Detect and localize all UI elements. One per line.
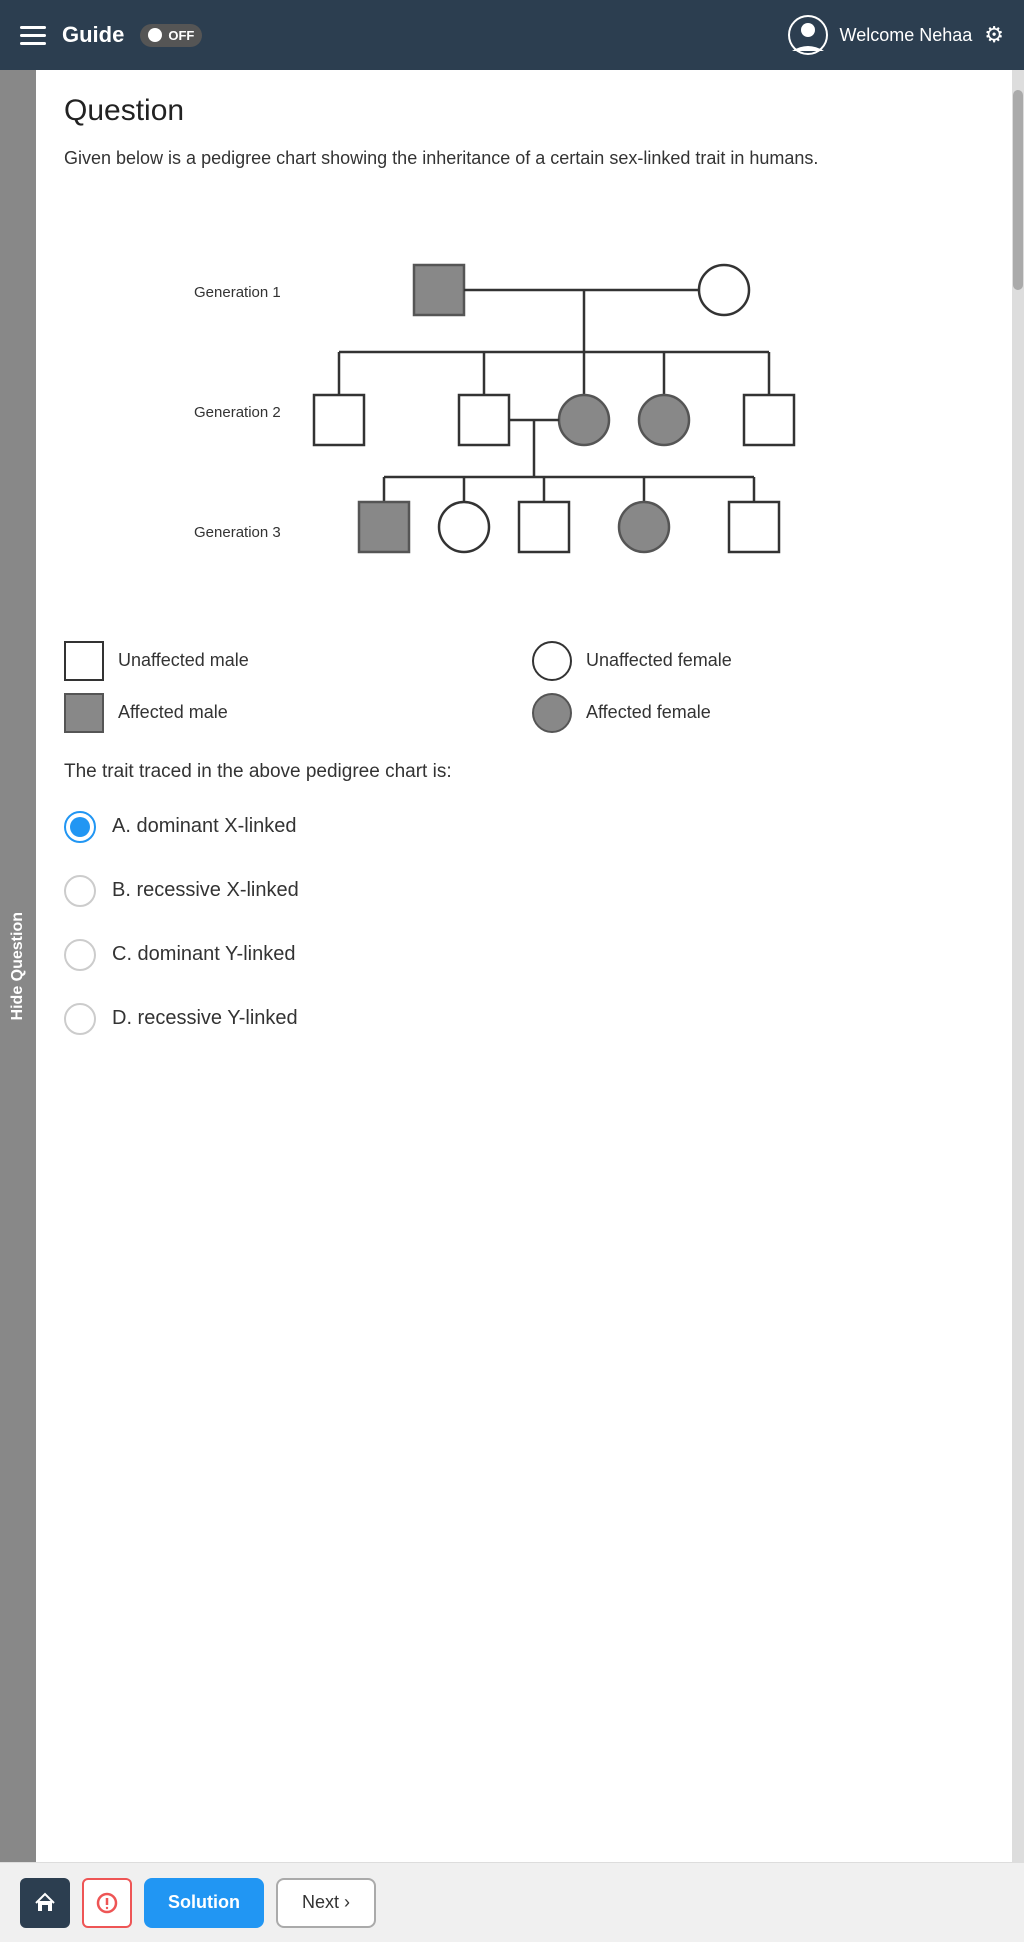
- legend-affected-female-symbol: [532, 693, 572, 733]
- option-a[interactable]: A. dominant X-linked: [64, 811, 984, 843]
- radio-c[interactable]: [64, 939, 96, 971]
- option-c[interactable]: C. dominant Y-linked: [64, 939, 984, 971]
- legend-unaffected-male-symbol: [64, 641, 104, 681]
- bottom-bar: Solution Next ›: [0, 1862, 1024, 1942]
- gen3-unaffected-female: [439, 502, 489, 552]
- scrollbar[interactable]: [1012, 70, 1024, 1862]
- question-text: Given below is a pedigree chart showing …: [64, 144, 984, 173]
- scrollbar-thumb[interactable]: [1013, 90, 1023, 290]
- gen3-affected-male: [359, 502, 409, 552]
- option-c-label: C. dominant Y-linked: [112, 943, 295, 966]
- gen2-unaffected-male-left: [314, 395, 364, 445]
- gen2-affected-female-right: [639, 395, 689, 445]
- report-button[interactable]: [82, 1878, 132, 1928]
- radio-a-inner: [70, 817, 90, 837]
- legend-unaffected-male: Unaffected male: [64, 641, 516, 681]
- guide-toggle[interactable]: OFF: [140, 24, 202, 47]
- gen2-unaffected-male-right: [744, 395, 794, 445]
- hamburger-menu-icon[interactable]: [20, 26, 46, 45]
- legend-unaffected-male-label: Unaffected male: [118, 650, 249, 671]
- gen3-affected-female: [619, 502, 669, 552]
- answer-options: A. dominant X-linked B. recessive X-link…: [64, 811, 984, 1035]
- legend-affected-female-label: Affected female: [586, 702, 711, 723]
- home-button[interactable]: [20, 1878, 70, 1928]
- hide-question-tab[interactable]: Hide Question: [0, 70, 36, 1862]
- option-a-label: A. dominant X-linked: [112, 815, 297, 838]
- settings-gear-icon[interactable]: ⚙: [984, 22, 1004, 48]
- legend-affected-male-label: Affected male: [118, 702, 228, 723]
- legend-affected-male: Affected male: [64, 693, 516, 733]
- radio-b[interactable]: [64, 875, 96, 907]
- option-b-label: B. recessive X-linked: [112, 879, 299, 902]
- hide-question-label: Hide Question: [9, 912, 27, 1020]
- toggle-circle-icon: [148, 28, 162, 42]
- option-d-label: D. recessive Y-linked: [112, 1007, 298, 1030]
- guide-label: Guide: [62, 22, 124, 48]
- solution-button[interactable]: Solution: [144, 1878, 264, 1928]
- generation3-label: Generation 3: [194, 524, 281, 541]
- pedigree-chart: Generation 1 Generation 2 Generation 3: [64, 197, 984, 617]
- option-d[interactable]: D. recessive Y-linked: [64, 1003, 984, 1035]
- generation1-label: Generation 1: [194, 284, 281, 301]
- next-button[interactable]: Next ›: [276, 1878, 376, 1928]
- main-layout: Hide Question Question Given below is a …: [0, 70, 1024, 1862]
- generation2-label: Generation 2: [194, 404, 281, 421]
- toggle-state-label: OFF: [168, 28, 194, 43]
- radio-d[interactable]: [64, 1003, 96, 1035]
- legend-affected-female: Affected female: [532, 693, 984, 733]
- gen2-affected-female-left: [559, 395, 609, 445]
- gen3-unaffected-male: [519, 502, 569, 552]
- gen1-affected-male: [414, 265, 464, 315]
- gen1-unaffected-female: [699, 265, 749, 315]
- radio-a[interactable]: [64, 811, 96, 843]
- trait-question-text: The trait traced in the above pedigree c…: [64, 761, 984, 783]
- legend-unaffected-female-label: Unaffected female: [586, 650, 732, 671]
- question-title: Question: [64, 94, 984, 128]
- question-content: Question Given below is a pedigree chart…: [36, 70, 1012, 1862]
- legend-unaffected-female-symbol: [532, 641, 572, 681]
- gen2-unaffected-male-mid: [459, 395, 509, 445]
- legend: Unaffected male Unaffected female Affect…: [64, 641, 984, 733]
- user-avatar-icon: [788, 15, 828, 55]
- legend-affected-male-symbol: [64, 693, 104, 733]
- gen3-unaffected-male-right: [729, 502, 779, 552]
- option-b[interactable]: B. recessive X-linked: [64, 875, 984, 907]
- welcome-text: Welcome Nehaa: [840, 25, 973, 46]
- legend-unaffected-female: Unaffected female: [532, 641, 984, 681]
- app-header: Guide OFF Welcome Nehaa ⚙: [0, 0, 1024, 70]
